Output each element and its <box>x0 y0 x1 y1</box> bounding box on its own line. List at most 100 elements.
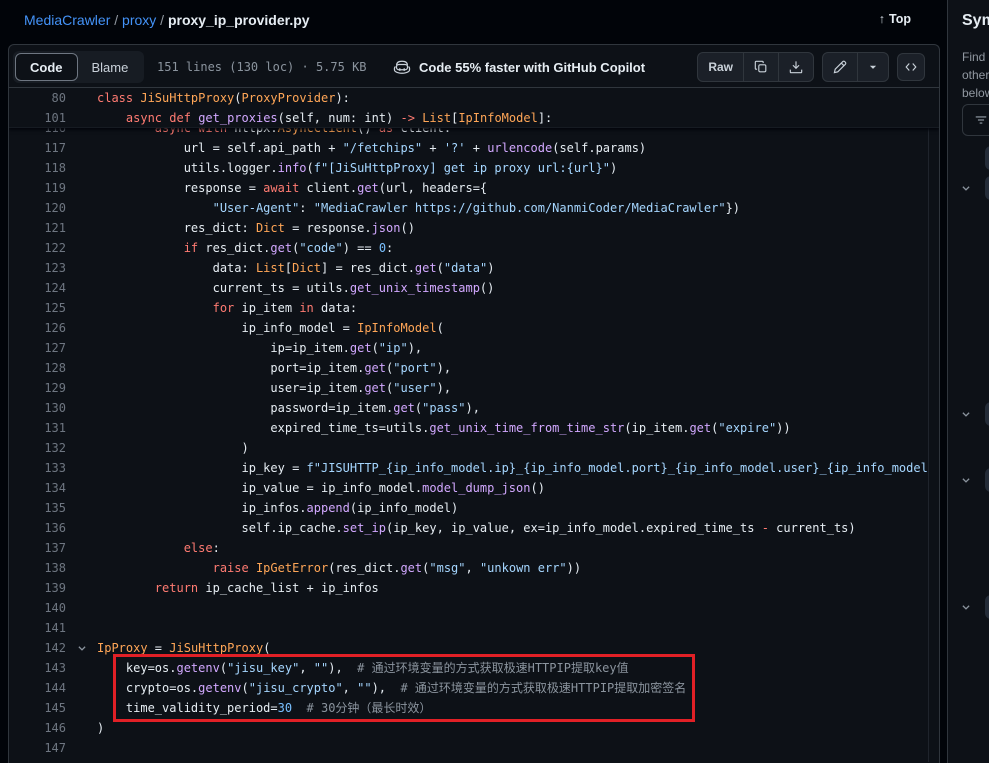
line-number[interactable]: 137 <box>9 538 66 558</box>
line-gutter <box>66 418 97 438</box>
line-gutter <box>66 598 97 618</box>
edit-dropdown-button[interactable] <box>858 53 888 81</box>
download-icon <box>789 60 803 74</box>
symbol-item-button[interactable] <box>985 402 989 426</box>
line-number[interactable]: 143 <box>9 658 66 678</box>
code-line: 134 ip_value = ip_info_model.model_dump_… <box>9 478 939 498</box>
symbols-panel-toggle-button[interactable] <box>897 53 925 81</box>
symbols-description-line: other symbols in this file by clicking a… <box>962 66 989 84</box>
line-number[interactable]: 121 <box>9 218 66 238</box>
code-line: 145 time_validity_period=30 # 30分钟（最长时效） <box>9 698 939 718</box>
arrow-up-icon: ↑ <box>879 12 885 26</box>
symbol-item-button[interactable] <box>985 468 989 492</box>
line-number[interactable]: 117 <box>9 138 66 158</box>
symbols-description-line: Find definitions and references for func… <box>962 48 989 66</box>
line-number[interactable]: 136 <box>9 518 66 538</box>
code-line: 119 response = await client.get(url, hea… <box>9 178 939 198</box>
line-number[interactable]: 131 <box>9 418 66 438</box>
file-meta-info: 151 lines (130 loc) · 5.75 KB <box>157 60 367 74</box>
code-text: expired_time_ts=utils.get_unix_time_from… <box>97 418 939 438</box>
download-raw-button[interactable] <box>779 53 813 81</box>
line-number[interactable]: 142 <box>9 638 66 658</box>
code-line: 131 expired_time_ts=utils.get_unix_time_… <box>9 418 939 438</box>
tab-blame[interactable]: Blame <box>78 53 143 81</box>
line-number[interactable]: 127 <box>9 338 66 358</box>
chevron-down-icon[interactable] <box>948 602 984 612</box>
code-line: 118 utils.logger.info(f"[JiSuHttpProxy] … <box>9 158 939 178</box>
symbols-filter-input[interactable] <box>962 104 989 136</box>
line-number[interactable]: 125 <box>9 298 66 318</box>
line-number[interactable]: 128 <box>9 358 66 378</box>
line-number[interactable]: 123 <box>9 258 66 278</box>
symbol-tree-item <box>948 595 989 619</box>
line-gutter <box>66 438 97 458</box>
code-line: 130 password=ip_item.get("pass"), <box>9 398 939 418</box>
tab-code[interactable]: Code <box>15 53 78 81</box>
line-number[interactable]: 146 <box>9 718 66 738</box>
symbol-item-button[interactable] <box>985 595 989 619</box>
breadcrumb-separator: / <box>156 12 168 28</box>
copilot-icon <box>393 58 411 76</box>
breadcrumb: MediaCrawler / proxy / proxy_ip_provider… <box>24 12 310 28</box>
line-number[interactable]: 138 <box>9 558 66 578</box>
symbol-tree-item <box>948 146 989 170</box>
code-brackets-icon <box>904 60 918 74</box>
code-line: 128 port=ip_item.get("port"), <box>9 358 939 378</box>
line-number[interactable]: 130 <box>9 398 66 418</box>
code-text: crypto=os.getenv("jisu_crypto", ""), # 通… <box>97 678 939 698</box>
code-text: password=ip_item.get("pass"), <box>97 398 939 418</box>
line-number[interactable]: 132 <box>9 438 66 458</box>
code-text: time_validity_period=30 # 30分钟（最长时效） <box>97 698 939 718</box>
code-text: async def get_proxies(self, num: int) ->… <box>97 108 939 128</box>
line-number[interactable]: 126 <box>9 318 66 338</box>
line-gutter <box>66 538 97 558</box>
copy-icon <box>754 60 768 74</box>
line-number[interactable]: 101 <box>9 108 66 128</box>
line-number[interactable]: 144 <box>9 678 66 698</box>
line-number[interactable]: 133 <box>9 458 66 478</box>
chevron-down-icon[interactable] <box>948 409 984 419</box>
code-text: if res_dict.get("code") == 0: <box>97 238 939 258</box>
code-text: else: <box>97 538 939 558</box>
code-text: ip_infos.append(ip_info_model) <box>97 498 939 518</box>
code-line: 101 async def get_proxies(self, num: int… <box>9 108 939 128</box>
copy-raw-button[interactable] <box>744 53 779 81</box>
line-number[interactable]: 122 <box>9 238 66 258</box>
line-number[interactable]: 129 <box>9 378 66 398</box>
line-number[interactable]: 124 <box>9 278 66 298</box>
chevron-down-icon[interactable] <box>948 475 984 485</box>
line-number[interactable]: 145 <box>9 698 66 718</box>
code-text: raise IpGetError(res_dict.get("msg", "un… <box>97 558 939 578</box>
code-text: self.ip_cache.set_ip(ip_key, ip_value, e… <box>97 518 939 538</box>
line-number[interactable]: 140 <box>9 598 66 618</box>
line-number[interactable]: 120 <box>9 198 66 218</box>
symbol-item-button[interactable] <box>985 176 989 200</box>
code-text: key=os.getenv("jisu_key", ""), # 通过环境变量的… <box>97 658 939 678</box>
back-to-top-button[interactable]: ↑Top <box>879 12 911 26</box>
code-text: ) <box>97 718 939 738</box>
breadcrumb-folder-link[interactable]: proxy <box>122 12 156 28</box>
line-number[interactable]: 139 <box>9 578 66 598</box>
edit-file-button[interactable] <box>823 53 858 81</box>
line-number[interactable]: 134 <box>9 478 66 498</box>
code-text: data: List[Dict] = res_dict.get("data") <box>97 258 939 278</box>
line-number[interactable]: 118 <box>9 158 66 178</box>
line-number[interactable]: 147 <box>9 738 66 758</box>
code-line: 135 ip_infos.append(ip_info_model) <box>9 498 939 518</box>
line-gutter <box>66 238 97 258</box>
symbol-item-button[interactable] <box>985 146 989 170</box>
code-line: 117 url = self.api_path + "/fetchips" + … <box>9 138 939 158</box>
collapse-chevron-icon[interactable] <box>66 638 97 658</box>
line-number[interactable]: 119 <box>9 178 66 198</box>
line-number[interactable]: 135 <box>9 498 66 518</box>
chevron-down-icon[interactable] <box>948 183 984 193</box>
symbol-tree-item <box>948 468 989 492</box>
line-gutter <box>66 258 97 278</box>
line-number[interactable]: 141 <box>9 618 66 638</box>
raw-button[interactable]: Raw <box>698 53 744 81</box>
breadcrumb-repo-link[interactable]: MediaCrawler <box>24 12 110 28</box>
code-text: url = self.api_path + "/fetchips" + '?' … <box>97 138 939 158</box>
line-gutter <box>66 178 97 198</box>
line-number[interactable]: 80 <box>9 88 66 108</box>
line-gutter <box>66 518 97 538</box>
